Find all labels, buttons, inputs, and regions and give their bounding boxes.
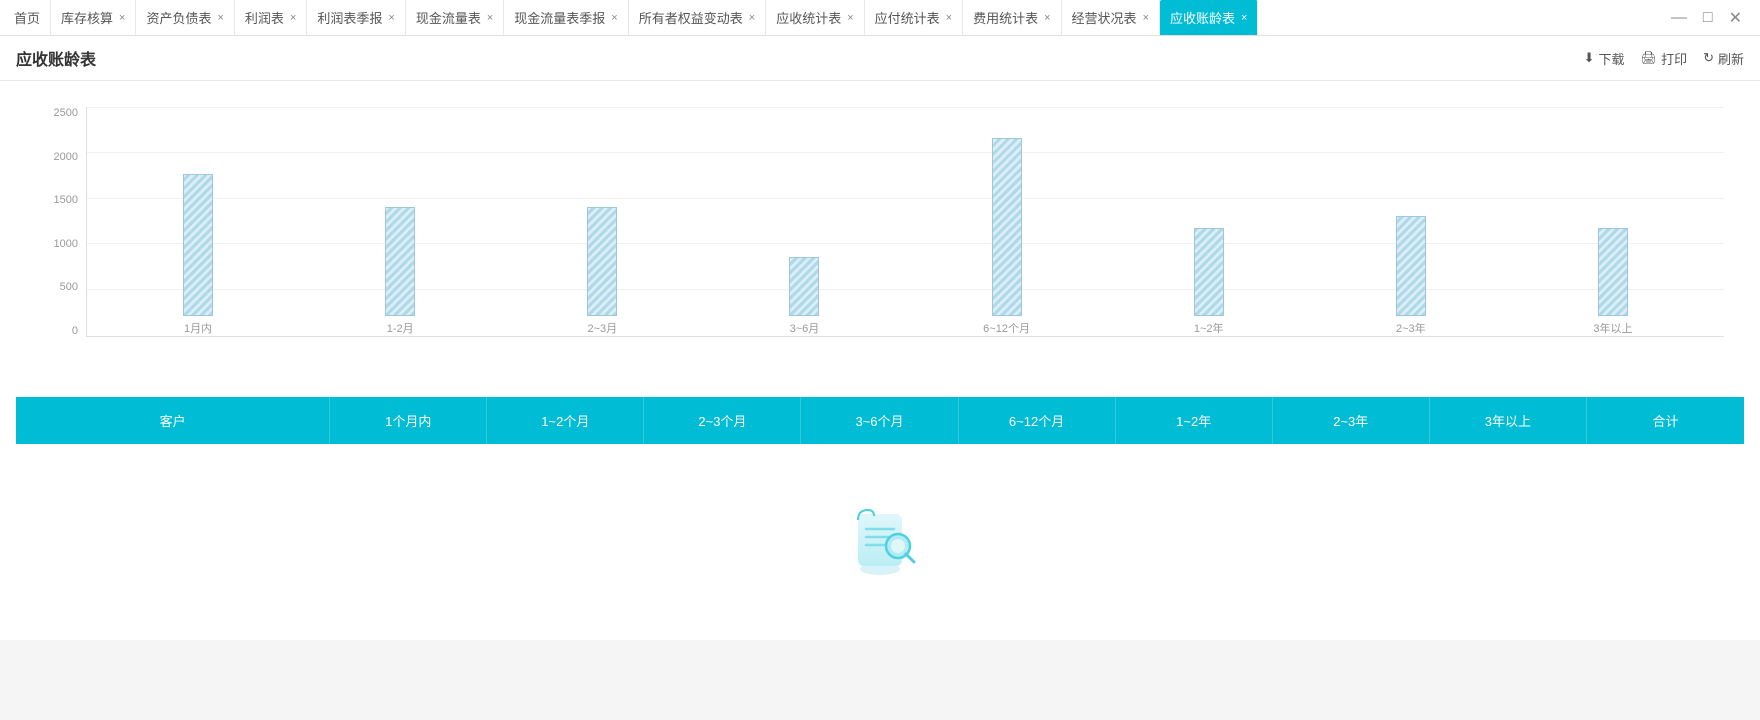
tab-close-ar-aging[interactable]: ×	[1241, 12, 1247, 24]
tab-close-balance[interactable]: ×	[217, 12, 223, 24]
bar-1-2y	[1194, 228, 1224, 316]
tab-close-inventory[interactable]: ×	[119, 12, 125, 24]
y-label-2000: 2000	[54, 151, 78, 163]
refresh-icon: ↻	[1703, 50, 1714, 66]
y-label-500: 500	[60, 281, 78, 293]
tab-close-equity[interactable]: ×	[749, 12, 755, 24]
x-label-2-3y: 2~3年	[1310, 320, 1512, 336]
tab-close-profit-q[interactable]: ×	[388, 12, 394, 24]
tab-close-expense[interactable]: ×	[1044, 12, 1050, 24]
bar-1-2m	[385, 207, 415, 316]
y-label-1000: 1000	[54, 238, 78, 250]
tab-close-cashflow-q[interactable]: ×	[611, 12, 617, 24]
page-actions: ⬇ 下载 🖨 打印 ↻ 刷新	[1584, 49, 1744, 68]
bar-group-2-3y	[1310, 107, 1512, 316]
chart-container: 0 500 1000 1500 2000 2500	[36, 107, 1724, 367]
minimize-button[interactable]: —	[1665, 5, 1693, 31]
bar-2-3y	[1396, 216, 1426, 316]
tab-close-cashflow[interactable]: ×	[487, 12, 493, 24]
bar-group-3y-plus	[1512, 107, 1714, 316]
col-total: 合计	[1587, 397, 1744, 444]
tab-close-ap-stats[interactable]: ×	[946, 12, 952, 24]
download-icon: ⬇	[1584, 50, 1595, 66]
col-1m: 1个月内	[330, 397, 487, 444]
x-axis: 1月内 1-2月 2~3月 3~6月 6~12个月 1~2年 2~3年 3年以上	[87, 320, 1724, 336]
tab-home[interactable]: 首页	[4, 0, 51, 36]
bar-2-3m	[587, 207, 617, 316]
y-label-1500: 1500	[54, 194, 78, 206]
bar-group-1m	[97, 107, 299, 316]
page-title: 应收账龄表	[16, 46, 96, 70]
bars-row	[87, 107, 1724, 316]
refresh-button[interactable]: ↻ 刷新	[1703, 49, 1744, 68]
bar-1m	[183, 174, 213, 316]
bar-group-1-2y	[1108, 107, 1310, 316]
window-actions: — □ ✕	[1665, 4, 1756, 32]
tab-cashflow-quarterly[interactable]: 现金流量表季报 ×	[504, 0, 628, 36]
chart-plot-area: 1月内 1-2月 2~3月 3~6月 6~12个月 1~2年 2~3年 3年以上	[86, 107, 1724, 337]
col-2-3y: 2~3年	[1273, 397, 1430, 444]
y-axis: 0 500 1000 1500 2000 2500	[36, 107, 86, 337]
tab-ar-aging[interactable]: 应收账龄表 ×	[1160, 0, 1258, 36]
close-window-button[interactable]: ✕	[1723, 4, 1748, 32]
empty-state-icon	[830, 484, 930, 584]
x-label-6-12m: 6~12个月	[906, 320, 1108, 336]
download-button[interactable]: ⬇ 下载	[1584, 49, 1625, 68]
tab-balance-sheet[interactable]: 资产负债表 ×	[136, 0, 234, 36]
tab-business-status[interactable]: 经营状况表 ×	[1062, 0, 1160, 36]
tab-close-business[interactable]: ×	[1143, 12, 1149, 24]
table-header: 客户 1个月内 1~2个月 2~3个月 3~6个月 6~12个月 1~2年 2~…	[16, 397, 1744, 444]
tab-ar-stats[interactable]: 应收统计表 ×	[766, 0, 864, 36]
col-1-2y: 1~2年	[1116, 397, 1273, 444]
tab-profit-loss[interactable]: 利润表 ×	[235, 0, 307, 36]
tab-equity-changes[interactable]: 所有者权益变动表 ×	[629, 0, 766, 36]
y-label-2500: 2500	[54, 107, 78, 119]
page-header: 应收账龄表 ⬇ 下载 🖨 打印 ↻ 刷新	[0, 36, 1760, 81]
col-2-3m: 2~3个月	[644, 397, 801, 444]
col-3-6m: 3~6个月	[801, 397, 958, 444]
x-label-3y-plus: 3年以上	[1512, 320, 1714, 336]
tab-close-profit[interactable]: ×	[290, 12, 296, 24]
bar-6-12m	[992, 138, 1022, 316]
bar-3-6m	[789, 257, 819, 316]
x-label-2-3m: 2~3月	[501, 320, 703, 336]
bar-group-2-3m	[501, 107, 703, 316]
print-button[interactable]: 🖨 打印	[1641, 49, 1688, 68]
maximize-button[interactable]: □	[1697, 5, 1719, 31]
x-label-1-2y: 1~2年	[1108, 320, 1310, 336]
tab-ap-stats[interactable]: 应付统计表 ×	[865, 0, 963, 36]
col-1-2m: 1~2个月	[487, 397, 644, 444]
tab-expense-stats[interactable]: 费用统计表 ×	[963, 0, 1061, 36]
tab-inventory[interactable]: 库存核算 ×	[51, 0, 136, 36]
print-icon: 🖨	[1641, 50, 1658, 66]
bar-3y-plus	[1598, 228, 1628, 316]
y-label-0: 0	[72, 325, 78, 337]
tab-close-ar-stats[interactable]: ×	[847, 12, 853, 24]
bar-group-1-2m	[299, 107, 501, 316]
tab-bar: 首页 库存核算 × 资产负债表 × 利润表 × 利润表季报 × 现金流量表 × …	[0, 0, 1760, 36]
col-customer: 客户	[16, 397, 330, 444]
main-content: 0 500 1000 1500 2000 2500	[0, 81, 1760, 640]
tab-cashflow[interactable]: 现金流量表 ×	[406, 0, 504, 36]
bar-group-6-12m	[906, 107, 1108, 316]
x-label-3-6m: 3~6月	[703, 320, 905, 336]
x-label-1-2m: 1-2月	[299, 320, 501, 336]
col-3y-plus: 3年以上	[1430, 397, 1587, 444]
col-6-12m: 6~12个月	[959, 397, 1116, 444]
bar-group-3-6m	[703, 107, 905, 316]
x-label-1m: 1月内	[97, 320, 299, 336]
chart-area: 0 500 1000 1500 2000 2500	[16, 97, 1744, 387]
empty-state	[16, 444, 1744, 624]
tab-profit-quarterly[interactable]: 利润表季报 ×	[307, 0, 405, 36]
